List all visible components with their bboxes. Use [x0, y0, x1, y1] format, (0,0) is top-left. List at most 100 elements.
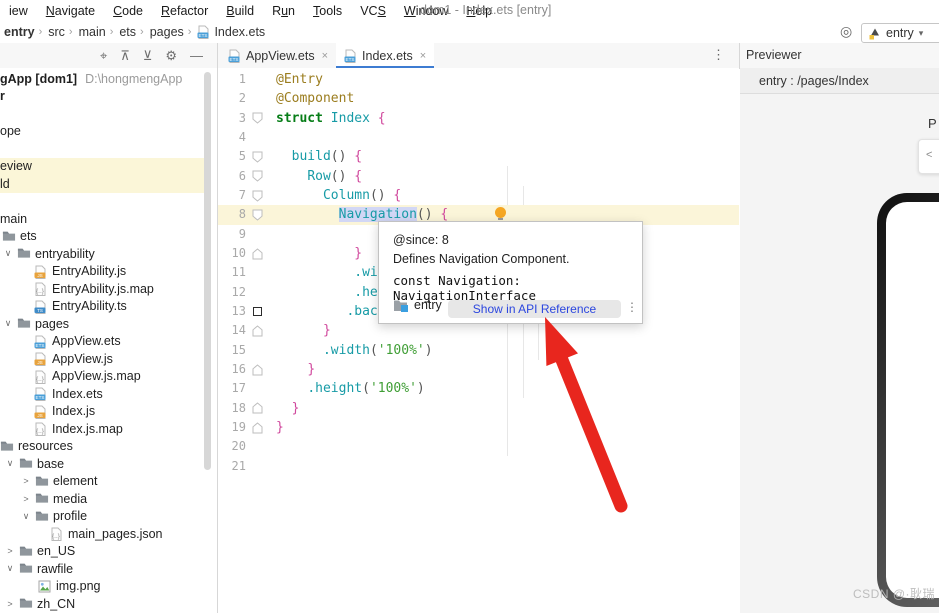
tree-row-resources[interactable]: resources	[0, 438, 204, 456]
tab-index-ets[interactable]: ETS Index.ets ×	[336, 43, 435, 69]
code-line-18[interactable]: 18 }	[218, 399, 739, 418]
tree-row-zh_cn[interactable]: > zh_CN	[0, 595, 204, 613]
tree-row-img-png[interactable]: img.png	[0, 578, 204, 596]
chevron-down-icon[interactable]: ∨	[21, 511, 31, 522]
chevron-right-icon[interactable]: >	[21, 476, 31, 486]
tab-close-icon[interactable]: ×	[322, 50, 328, 62]
previewer-collapse-card[interactable]: <	[918, 139, 939, 174]
code-line-4[interactable]: 4	[218, 128, 739, 147]
code-line-3[interactable]: 3 struct Index {	[218, 109, 739, 128]
code-editor[interactable]: 1 @Entry 2 @Component 3 struct Index {4 5 buil…	[218, 68, 739, 613]
tree-row-en_us[interactable]: > en_US	[0, 543, 204, 561]
tree-row-gapp-dom1-[interactable]: gApp [dom1] D:\hongmengApp	[0, 70, 204, 88]
tree-row-entryability-js-map[interactable]: {..} EntryAbility.js.map	[0, 280, 204, 298]
code-line-19[interactable]: 19}	[218, 418, 739, 437]
fold-close-icon[interactable]	[250, 402, 264, 414]
tree-row-rawfile[interactable]: ∨ rawfile	[0, 560, 204, 578]
intention-bulb-icon[interactable]	[495, 207, 506, 220]
show-in-api-reference-button[interactable]: Show in API Reference	[448, 300, 621, 318]
tree-row-appview-js-map[interactable]: {..} AppView.js.map	[0, 368, 204, 386]
tree-item-label: AppView.ets	[52, 334, 121, 349]
settings-gear-icon[interactable]: ⚙	[165, 48, 177, 64]
code-text: }	[322, 323, 331, 339]
tree-row-entryability[interactable]: ∨ entryability	[0, 245, 204, 263]
tree-row-main[interactable]: main	[0, 210, 204, 228]
tree-row-r[interactable]: r	[0, 88, 204, 106]
tab-appview-ets[interactable]: ETS AppView.ets ×	[220, 43, 336, 68]
code-line-20[interactable]: 20	[218, 437, 739, 456]
code-line-15[interactable]: 15 .width('100%')	[218, 341, 739, 360]
line-number: 2	[238, 91, 246, 106]
code-text: Column() {	[322, 187, 402, 203]
ets-icon: ETS	[34, 387, 48, 402]
tree-row-element[interactable]: > element	[0, 473, 204, 491]
tree-row-eview[interactable]: eview	[0, 157, 204, 175]
tree-row-appview-ets[interactable]: ETS AppView.ets	[0, 333, 204, 351]
fold-open-icon[interactable]	[250, 151, 264, 163]
tree-row-pages[interactable]: ∨ pages	[0, 315, 204, 333]
menu-item-code[interactable]: Code	[104, 4, 152, 18]
fold-close-icon[interactable]	[250, 421, 264, 434]
chevron-right-icon[interactable]: >	[5, 546, 15, 556]
fold-open-icon[interactable]	[250, 170, 264, 182]
tabbar-kebab-icon[interactable]: ⋮	[712, 47, 725, 63]
chevron-down-icon[interactable]: ∨	[5, 563, 15, 574]
tree-row-index-js[interactable]: JS Index.js	[0, 403, 204, 421]
tree-row-appview-js[interactable]: JS AppView.js	[0, 350, 204, 368]
editor-tabs: ETS AppView.ets × ETS Index.ets ×	[220, 43, 435, 69]
tree-row-entryability-js[interactable]: JS EntryAbility.js	[0, 263, 204, 281]
tree-row-profile[interactable]: ∨ profile	[0, 508, 204, 526]
tree-row-media[interactable]: > media	[0, 490, 204, 508]
chevron-down-icon[interactable]: ∨	[5, 458, 15, 469]
menu-item-vcs[interactable]: VCS	[351, 4, 395, 18]
tree-item-label: entryability	[35, 246, 95, 261]
svg-text:ETS: ETS	[230, 57, 239, 62]
fold-open-icon[interactable]	[250, 209, 264, 221]
fold-open-icon[interactable]	[250, 190, 264, 202]
code-line-16[interactable]: 16 }	[218, 360, 739, 379]
collapse-all-icon[interactable]: ⊼	[120, 48, 130, 64]
code-text: Row() {	[307, 168, 363, 184]
tree-row-ope[interactable]: ope	[0, 123, 204, 141]
menu-item-refactor[interactable]: Refactor	[152, 4, 217, 18]
color-swatch[interactable]	[252, 307, 262, 317]
chevron-down-icon[interactable]: ∨	[3, 318, 13, 329]
code-line-7[interactable]: 7 Column() {	[218, 186, 739, 205]
project-scrollbar[interactable]	[204, 72, 211, 470]
code-line-14[interactable]: 14 }	[218, 321, 739, 340]
menu-item-build[interactable]: Build	[217, 4, 263, 18]
tooltip-kebab-icon[interactable]: ⋮	[626, 300, 638, 314]
code-line-6[interactable]: 6 Row() {	[218, 167, 739, 186]
tree-row-index-ets[interactable]: ETS Index.ets	[0, 385, 204, 403]
tab-close-icon[interactable]: ×	[420, 50, 426, 62]
code-line-1[interactable]: 1 @Entry	[218, 70, 739, 89]
tree-row-ld[interactable]: ld	[0, 175, 204, 193]
menu-item-run[interactable]: Run	[263, 4, 304, 18]
tree-row-entryability-ts[interactable]: TS EntryAbility.ts	[0, 298, 204, 316]
run-config-button[interactable]: entry ▾	[861, 23, 939, 43]
fold-close-icon[interactable]	[250, 247, 264, 260]
menu-item-navigate[interactable]: Navigate	[37, 4, 104, 18]
locate-target-icon[interactable]: ◎	[840, 23, 852, 40]
code-line-2[interactable]: 2 @Component	[218, 89, 739, 108]
tree-row-index-js-map[interactable]: {..} Index.js.map	[0, 420, 204, 438]
menu-item-iew[interactable]: iew	[0, 4, 37, 18]
tree-row-base[interactable]: ∨ base	[0, 455, 204, 473]
fold-open-icon[interactable]	[250, 112, 264, 124]
fold-close-icon[interactable]	[250, 325, 264, 337]
tree-row-ets[interactable]: ets	[0, 228, 204, 246]
chevron-right-icon[interactable]: >	[5, 599, 15, 609]
tree-row-main_pages-json[interactable]: {..} main_pages.json	[0, 525, 204, 543]
menu-item-tools[interactable]: Tools	[304, 4, 351, 18]
tree-item-path: D:\hongmengApp	[85, 71, 183, 86]
code-line-21[interactable]: 21	[218, 457, 739, 476]
code-line-5[interactable]: 5 build() {	[218, 147, 739, 166]
expand-all-icon[interactable]: ⊻	[143, 48, 153, 64]
code-line-17[interactable]: 17 .height('100%')	[218, 379, 739, 398]
chevron-right-icon[interactable]: >	[21, 494, 31, 504]
locate-file-icon[interactable]: ⌖	[100, 48, 107, 64]
chevron-down-icon[interactable]: ∨	[3, 248, 13, 259]
fold-close-icon[interactable]	[250, 363, 264, 376]
hide-panel-icon[interactable]: —	[190, 48, 203, 63]
